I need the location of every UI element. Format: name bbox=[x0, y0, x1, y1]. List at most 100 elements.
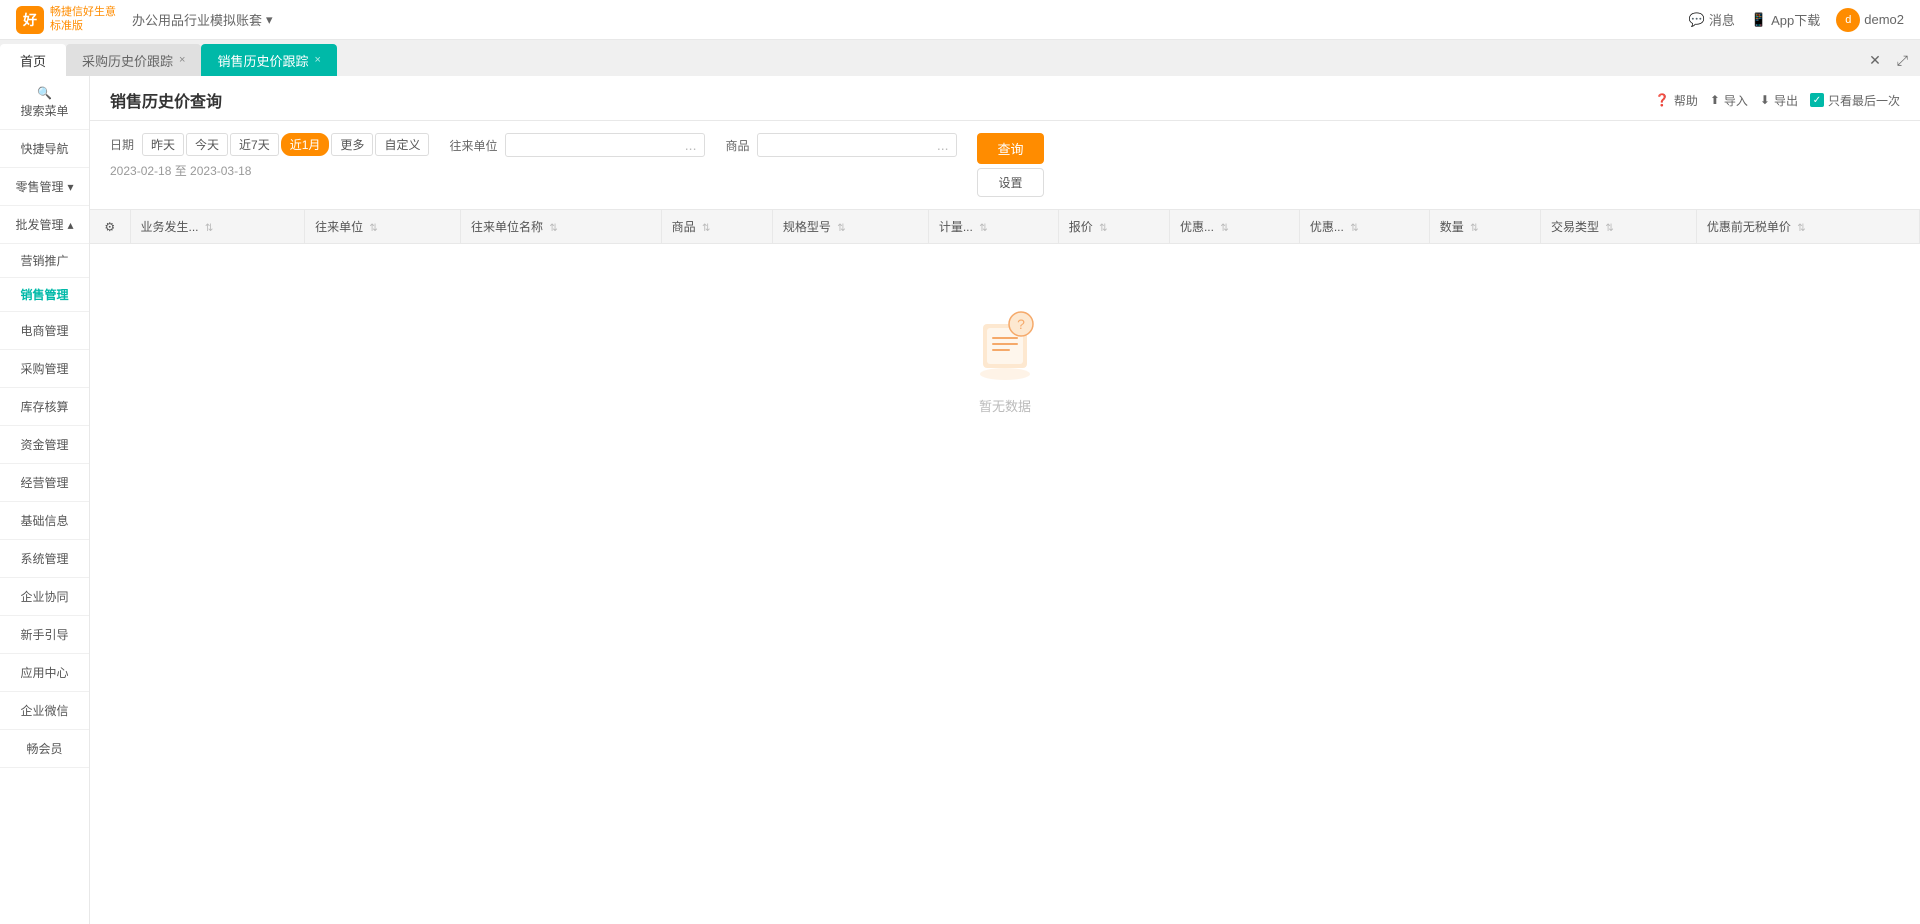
maximize-button[interactable]: ⤢ bbox=[1893, 48, 1912, 73]
sort-icon-unit: ⇅ bbox=[979, 223, 987, 234]
goods-label: 商品 bbox=[725, 137, 749, 154]
sort-icon-partner-name: ⇅ bbox=[549, 223, 557, 234]
page-title: 销售历史价查询 bbox=[110, 88, 222, 112]
col-partner-name[interactable]: 往来单位名称 ⇅ bbox=[461, 210, 662, 244]
partner-filter-group: 往来单位 ... bbox=[449, 133, 705, 157]
message-button[interactable]: 💬 消息 bbox=[1689, 10, 1735, 29]
sidebar-item-inventory[interactable]: 库存核算 bbox=[0, 388, 89, 426]
sort-icon-qty: ⇅ bbox=[1470, 223, 1478, 234]
tab-sales-history[interactable]: 销售历史价跟踪 × bbox=[201, 44, 336, 76]
tab-purchase-history-close[interactable]: × bbox=[179, 54, 185, 66]
svg-text:?: ? bbox=[1017, 316, 1025, 332]
sidebar-item-retail-mgmt[interactable]: 零售管理 ▾ bbox=[0, 168, 89, 206]
download-icon: 📱 bbox=[1751, 12, 1767, 28]
col-pretax-price[interactable]: 优惠前无税单价 ⇅ bbox=[1696, 210, 1919, 244]
col-unit[interactable]: 计量... ⇅ bbox=[928, 210, 1058, 244]
chevron-down-icon: ▾ bbox=[67, 180, 73, 194]
col-quote[interactable]: 报价 ⇅ bbox=[1058, 210, 1169, 244]
action-buttons: 查询 设置 bbox=[977, 133, 1043, 197]
tab-bar: 首页 采购历史价跟踪 × 销售历史价跟踪 × ✕ ⤢ bbox=[0, 40, 1920, 76]
col-goods[interactable]: 商品 ⇅ bbox=[661, 210, 772, 244]
date-btn-yesterday[interactable]: 昨天 bbox=[142, 133, 184, 156]
only-last-checkbox[interactable]: ✓ 只看最后一次 bbox=[1810, 92, 1900, 109]
date-btn-1month[interactable]: 近1月 bbox=[281, 133, 330, 156]
sort-icon-goods: ⇅ bbox=[702, 223, 710, 234]
main-layout: 🔍 搜索菜单 快捷导航 零售管理 ▾ 批发管理 ▴ 营销推广 销售管理 电商管理… bbox=[0, 76, 1920, 924]
empty-state: ? 暂无数据 bbox=[90, 244, 1920, 475]
col-discount1[interactable]: 优惠... ⇅ bbox=[1169, 210, 1299, 244]
sidebar-item-enterprise[interactable]: 企业协同 bbox=[0, 578, 89, 616]
app-selector[interactable]: 办公用品行业模拟账套 ▾ bbox=[124, 10, 281, 29]
sidebar-item-wholesale-mgmt[interactable]: 批发管理 ▴ bbox=[0, 206, 89, 244]
sidebar-item-sales-mgmt[interactable]: 销售管理 bbox=[0, 278, 89, 312]
sidebar-item-newbie[interactable]: 新手引导 bbox=[0, 616, 89, 654]
export-button[interactable]: ⬇ 导出 bbox=[1760, 92, 1798, 109]
date-buttons: 昨天 今天 近7天 近1月 更多 自定义 bbox=[142, 133, 429, 156]
tab-bar-actions: ✕ ⤢ bbox=[1865, 44, 1920, 76]
user-menu[interactable]: d demo2 bbox=[1836, 8, 1904, 32]
logo-area: 好 畅捷信好生意 标准版 bbox=[16, 6, 116, 34]
goods-input-wrapper: ... bbox=[757, 133, 957, 157]
logo-text: 畅捷信好生意 标准版 bbox=[50, 6, 116, 32]
sidebar-item-basic-info[interactable]: 基础信息 bbox=[0, 502, 89, 540]
tab-purchase-history[interactable]: 采购历史价跟踪 × bbox=[66, 44, 201, 76]
sort-icon-discount2: ⇅ bbox=[1350, 223, 1358, 234]
empty-icon: ? bbox=[965, 304, 1045, 384]
sidebar-item-purchase[interactable]: 采购管理 bbox=[0, 350, 89, 388]
query-button[interactable]: 查询 bbox=[977, 133, 1043, 164]
sidebar-item-vip[interactable]: 畅会员 bbox=[0, 730, 89, 768]
date-btn-today[interactable]: 今天 bbox=[186, 133, 228, 156]
page-header: 销售历史价查询 ❓ 帮助 ⬆ 导入 ⬇ 导出 ✓ bbox=[90, 76, 1920, 121]
sidebar-item-search-menu[interactable]: 🔍 搜索菜单 bbox=[0, 76, 89, 130]
tab-home[interactable]: 首页 bbox=[0, 44, 66, 76]
sidebar-item-marketing[interactable]: 营销推广 bbox=[0, 244, 89, 278]
date-btn-more[interactable]: 更多 bbox=[331, 133, 373, 156]
tab-sales-history-close[interactable]: × bbox=[314, 54, 320, 66]
goods-dots[interactable]: ... bbox=[937, 137, 949, 153]
sidebar-item-ecommerce[interactable]: 电商管理 bbox=[0, 312, 89, 350]
sort-icon-quote: ⇅ bbox=[1099, 223, 1107, 234]
col-qty[interactable]: 数量 ⇅ bbox=[1429, 210, 1540, 244]
sidebar-item-system[interactable]: 系统管理 bbox=[0, 540, 89, 578]
date-filter: 日期 昨天 今天 近7天 近1月 更多 自定义 2023-02-18 至 202… bbox=[110, 133, 429, 179]
help-button[interactable]: ❓ 帮助 bbox=[1655, 92, 1698, 109]
chevron-up-icon: ▴ bbox=[67, 218, 73, 232]
page-container: 销售历史价查询 ❓ 帮助 ⬆ 导入 ⬇ 导出 ✓ bbox=[90, 76, 1920, 924]
help-icon: ❓ bbox=[1655, 93, 1670, 107]
col-partner-code[interactable]: 往来单位 ⇅ bbox=[305, 210, 461, 244]
date-btn-7days[interactable]: 近7天 bbox=[230, 133, 279, 156]
table-wrapper: ⚙ 业务发生... ⇅ 往来单位 ⇅ 往来单位名称 bbox=[90, 210, 1920, 924]
sidebar-item-operations[interactable]: 经营管理 bbox=[0, 464, 89, 502]
settings-button[interactable]: 设置 bbox=[977, 168, 1043, 197]
export-icon: ⬇ bbox=[1760, 93, 1770, 107]
date-filter-group: 日期 昨天 今天 近7天 近1月 更多 自定义 bbox=[110, 133, 429, 156]
col-gear[interactable]: ⚙ bbox=[90, 210, 130, 244]
sidebar-item-quick-nav[interactable]: 快捷导航 bbox=[0, 130, 89, 168]
col-trade-type[interactable]: 交易类型 ⇅ bbox=[1540, 210, 1696, 244]
partner-dots[interactable]: ... bbox=[685, 137, 697, 153]
page-actions: ❓ 帮助 ⬆ 导入 ⬇ 导出 ✓ 只看最后一次 bbox=[1655, 92, 1900, 109]
message-icon: 💬 bbox=[1689, 12, 1705, 28]
sort-icon-biz-date: ⇅ bbox=[205, 223, 213, 234]
partner-input[interactable] bbox=[514, 138, 684, 152]
sidebar-item-enterprise-wechat[interactable]: 企业微信 bbox=[0, 692, 89, 730]
app-download-button[interactable]: 📱 App下载 bbox=[1751, 10, 1820, 29]
import-button[interactable]: ⬆ 导入 bbox=[1710, 92, 1748, 109]
checkbox-checked-icon: ✓ bbox=[1810, 93, 1824, 107]
date-btn-custom[interactable]: 自定义 bbox=[375, 133, 429, 156]
sidebar-item-capital[interactable]: 资金管理 bbox=[0, 426, 89, 464]
partner-input-wrapper: ... bbox=[505, 133, 705, 157]
goods-input[interactable] bbox=[766, 138, 936, 152]
close-tab-button[interactable]: ✕ bbox=[1865, 48, 1885, 73]
col-spec[interactable]: 规格型号 ⇅ bbox=[772, 210, 928, 244]
sort-icon-partner-code: ⇅ bbox=[369, 223, 377, 234]
empty-text: 暂无数据 bbox=[979, 396, 1031, 415]
sort-icon-discount1: ⇅ bbox=[1220, 223, 1228, 234]
sidebar-item-app-center[interactable]: 应用中心 bbox=[0, 654, 89, 692]
sort-icon-trade-type: ⇅ bbox=[1605, 223, 1613, 234]
col-biz-date[interactable]: 业务发生... ⇅ bbox=[130, 210, 305, 244]
sort-icon-spec: ⇅ bbox=[837, 223, 845, 234]
logo-icon: 好 bbox=[16, 6, 44, 34]
data-table: ⚙ 业务发生... ⇅ 往来单位 ⇅ 往来单位名称 bbox=[90, 210, 1920, 244]
col-discount2[interactable]: 优惠... ⇅ bbox=[1299, 210, 1429, 244]
